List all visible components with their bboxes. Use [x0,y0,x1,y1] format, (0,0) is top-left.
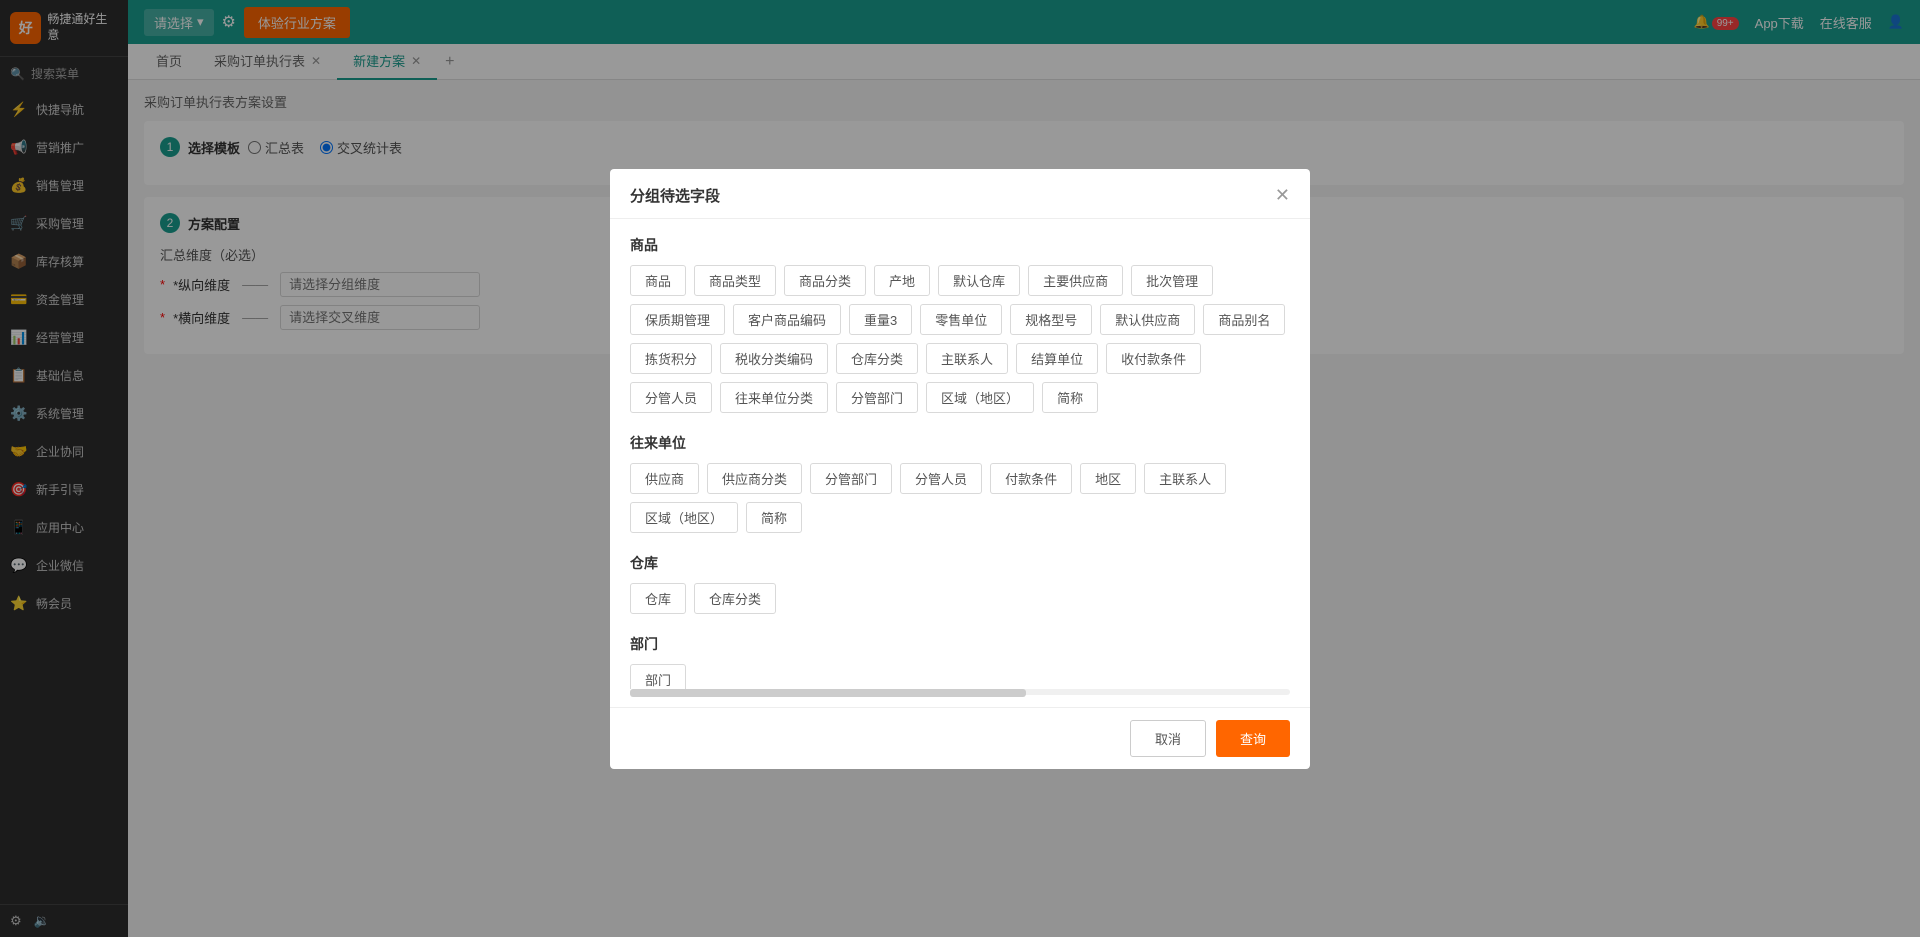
modal-overlay: 分组待选字段 ✕ 商品商品商品类型商品分类产地默认仓库主要供应商批次管理保质期管… [0,0,1920,937]
field-tag[interactable]: 批次管理 [1131,265,1213,296]
field-tag[interactable]: 往来单位分类 [720,382,828,413]
field-tag[interactable]: 付款条件 [990,463,1072,494]
cancel-button[interactable]: 取消 [1130,720,1206,757]
confirm-button[interactable]: 查询 [1216,720,1290,757]
section-title-warehouse: 仓库 [630,553,1290,573]
modal-footer: 取消 查询 [610,707,1310,769]
modal-close-btn[interactable]: ✕ [1275,185,1290,206]
modal-horizontal-scrollbar[interactable] [630,689,1290,694]
field-tag[interactable]: 仓库分类 [836,343,918,374]
field-tag[interactable]: 主联系人 [926,343,1008,374]
field-tag[interactable]: 规格型号 [1010,304,1092,335]
field-tag[interactable]: 商品类型 [694,265,776,296]
section-title-goods: 商品 [630,235,1290,255]
field-tag[interactable]: 商品别名 [1203,304,1285,335]
field-tag[interactable]: 部门 [630,664,686,690]
field-section-counterpart: 往来单位供应商供应商分类分管部门分管人员付款条件地区主联系人区域（地区） 简称 [630,433,1290,533]
field-tag[interactable]: 结算单位 [1016,343,1098,374]
field-tag[interactable]: 拣货积分 [630,343,712,374]
field-tags-department: 部门 [630,664,1290,690]
field-tag[interactable]: 主要供应商 [1028,265,1123,296]
field-tag[interactable]: 主联系人 [1144,463,1226,494]
modal-title: 分组待选字段 [630,185,720,206]
field-tag[interactable]: 分管人员 [900,463,982,494]
field-tag[interactable]: 区域（地区） [926,382,1034,413]
field-tag[interactable]: 地区 [1080,463,1136,494]
field-tag[interactable]: 税收分类编码 [720,343,828,374]
field-tag[interactable]: 客户商品编码 [733,304,841,335]
field-tags-warehouse: 仓库仓库分类 [630,583,1290,614]
modal-body: 商品商品商品类型商品分类产地默认仓库主要供应商批次管理保质期管理客户商品编码重量… [610,219,1310,690]
field-tag[interactable]: 商品 [630,265,686,296]
field-tag[interactable]: 分管部门 [836,382,918,413]
section-title-department: 部门 [630,634,1290,654]
modal-header: 分组待选字段 ✕ [610,169,1310,219]
field-section-department: 部门部门 [630,634,1290,690]
field-section-goods: 商品商品商品类型商品分类产地默认仓库主要供应商批次管理保质期管理客户商品编码重量… [630,235,1290,413]
field-tag[interactable]: 默认仓库 [938,265,1020,296]
field-tag[interactable]: 商品分类 [784,265,866,296]
field-tag[interactable]: 简称 [746,502,802,533]
field-tag[interactable]: 分管部门 [810,463,892,494]
field-selection-modal: 分组待选字段 ✕ 商品商品商品类型商品分类产地默认仓库主要供应商批次管理保质期管… [610,169,1310,769]
field-tags-counterpart: 供应商供应商分类分管部门分管人员付款条件地区主联系人区域（地区） 简称 [630,463,1290,533]
field-tag[interactable]: 区域（地区） [630,502,738,533]
field-tag[interactable]: 供应商 [630,463,699,494]
field-tag[interactable]: 分管人员 [630,382,712,413]
field-tag[interactable]: 保质期管理 [630,304,725,335]
field-tag[interactable]: 仓库分类 [694,583,776,614]
field-tag[interactable]: 重量3 [849,304,912,335]
field-tag[interactable]: 收付款条件 [1106,343,1201,374]
field-tag[interactable]: 零售单位 [920,304,1002,335]
scrollbar-thumb [630,689,1026,697]
field-tags-goods: 商品商品类型商品分类产地默认仓库主要供应商批次管理保质期管理客户商品编码重量3 零… [630,265,1290,413]
field-tag[interactable]: 供应商分类 [707,463,802,494]
field-tag[interactable]: 产地 [874,265,930,296]
field-tag[interactable]: 默认供应商 [1100,304,1195,335]
field-tag[interactable]: 仓库 [630,583,686,614]
field-tag[interactable]: 简称 [1042,382,1098,413]
field-section-warehouse: 仓库仓库仓库分类 [630,553,1290,614]
section-title-counterpart: 往来单位 [630,433,1290,453]
